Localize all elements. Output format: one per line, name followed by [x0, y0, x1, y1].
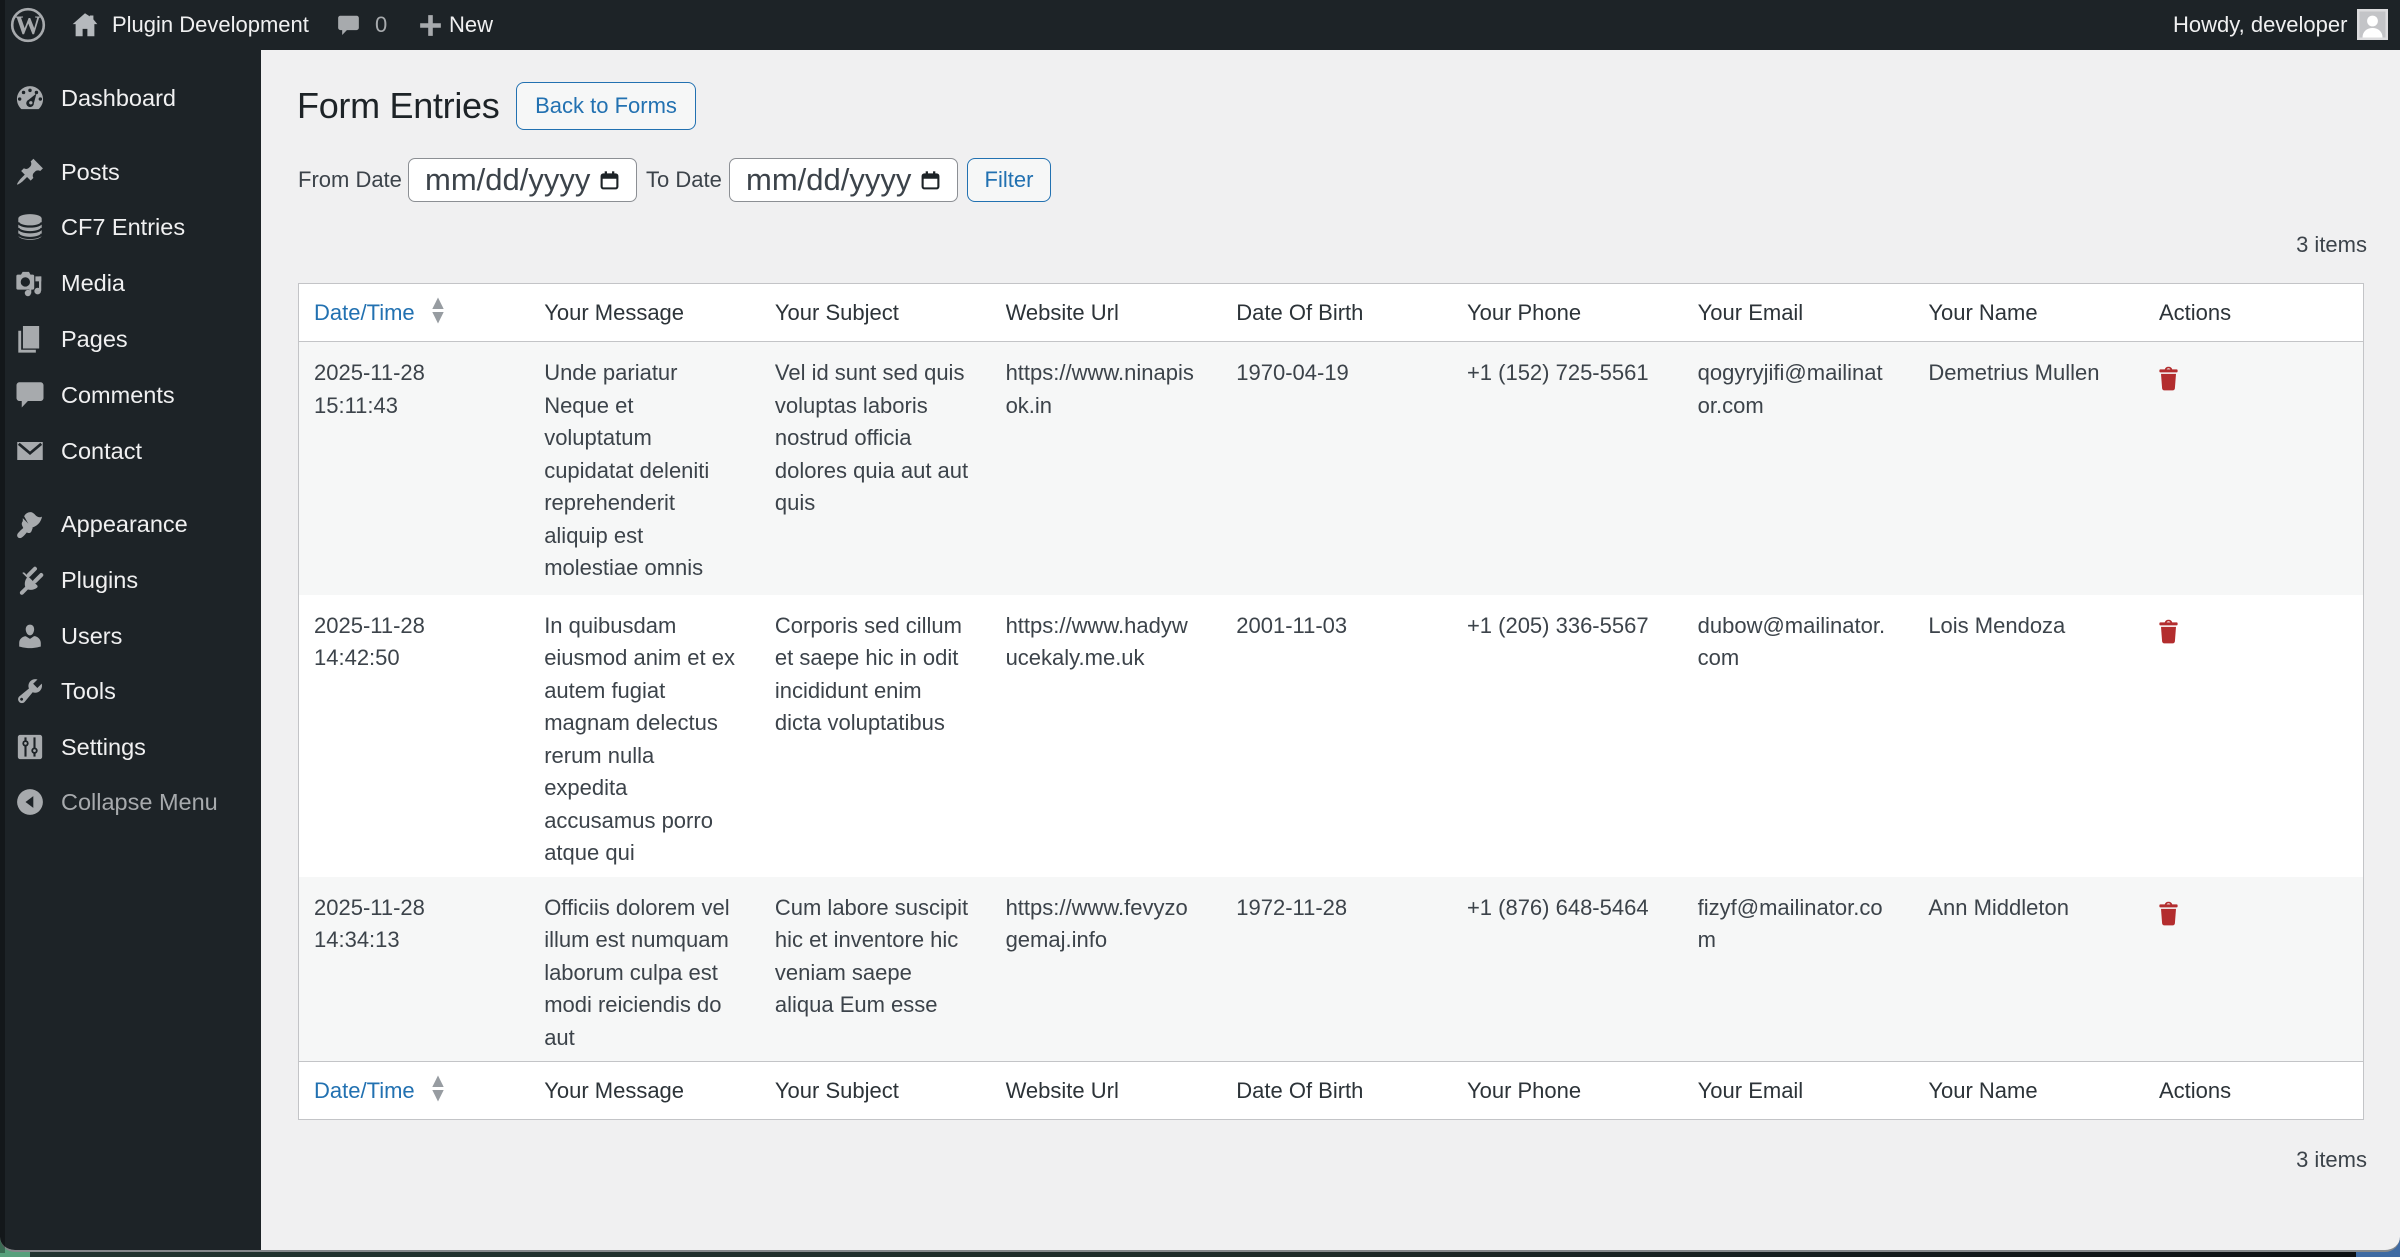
- svg-text:W: W: [15, 11, 41, 40]
